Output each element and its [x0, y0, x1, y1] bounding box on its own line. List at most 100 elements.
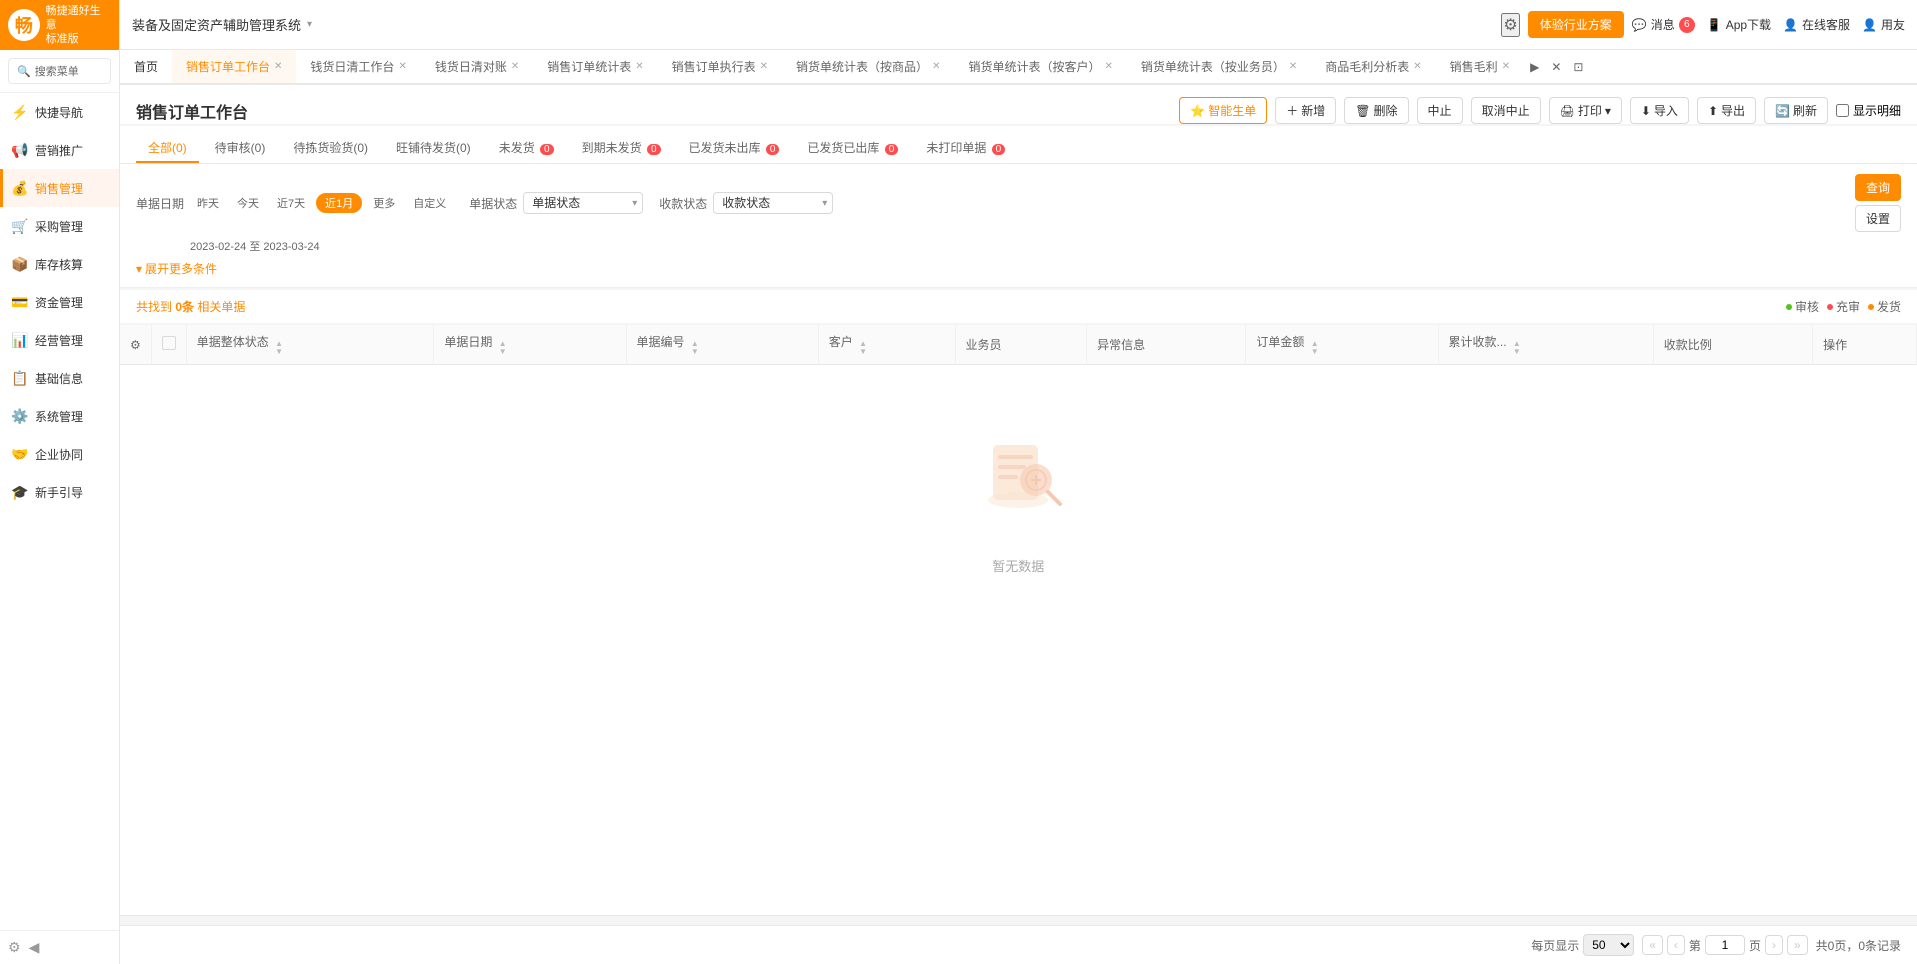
- show-detail-label[interactable]: 显示明细: [1836, 102, 1901, 119]
- close-by-customer-tab[interactable]: ✕: [1104, 61, 1112, 72]
- expand-conditions-button[interactable]: ▾ 展开更多条件: [136, 260, 217, 277]
- expand-tabs-button[interactable]: ⊡: [1567, 52, 1589, 82]
- app-download-button[interactable]: 📱 App下载: [1707, 16, 1771, 33]
- delete-button[interactable]: 🗑 删除: [1344, 97, 1408, 124]
- quick-nav-icon: ⚡: [11, 103, 29, 121]
- page-number-input[interactable]: [1705, 935, 1745, 955]
- tab-gross-margin[interactable]: 商品毛利分析表 ✕: [1311, 50, 1435, 85]
- filter-tab-pending-review[interactable]: 待审核(0): [203, 134, 278, 163]
- sort-collected[interactable]: ▲▼: [1513, 340, 1521, 356]
- collapse-sidebar-button[interactable]: ◀: [29, 939, 40, 956]
- filter-tab-overdue[interactable]: 到期未发货 0: [570, 134, 673, 163]
- print-button[interactable]: 🖨 打印 ▾: [1549, 97, 1622, 124]
- cancel-stop-button[interactable]: 取消中止: [1471, 97, 1541, 124]
- close-gross-margin-tab[interactable]: ✕: [1413, 61, 1421, 72]
- ship-action-button[interactable]: 发货: [1868, 298, 1901, 315]
- user-menu[interactable]: 👤 用友: [1862, 16, 1905, 33]
- filter-tab-pending-inspect[interactable]: 待拣货验货(0): [281, 134, 380, 163]
- sidebar-item-quick-nav[interactable]: ⚡ 快捷导航: [0, 93, 119, 131]
- date-btn-7days[interactable]: 近7天: [270, 192, 312, 214]
- sort-customer[interactable]: ▲▼: [859, 340, 867, 356]
- close-sales-exec-tab[interactable]: ✕: [760, 61, 768, 72]
- export-button[interactable]: ⬆ 导出: [1697, 97, 1756, 124]
- close-sales-more-tab[interactable]: ✕: [1502, 61, 1510, 72]
- system-dropdown-arrow[interactable]: ▾: [307, 19, 312, 30]
- select-all-checkbox[interactable]: [162, 336, 176, 350]
- online-service-button[interactable]: 👤 在线客服: [1783, 16, 1850, 33]
- page-size-select[interactable]: 50 10 20 100: [1583, 934, 1634, 956]
- sidebar-item-finance[interactable]: 💳 资金管理: [0, 283, 119, 321]
- tab-scroll-forward[interactable]: ▶: [1524, 52, 1545, 82]
- payment-select[interactable]: 收款状态: [713, 192, 833, 214]
- close-cash-daily-tab[interactable]: ✕: [398, 61, 406, 72]
- add-button[interactable]: ＋ 新增: [1275, 97, 1336, 124]
- sidebar-item-inventory[interactable]: 📦 库存核算: [0, 245, 119, 283]
- tab-sales-stats[interactable]: 销售订单统计表 ✕: [533, 50, 657, 85]
- next-page-button[interactable]: ›: [1765, 935, 1783, 955]
- col-checkbox[interactable]: [151, 325, 186, 365]
- sort-amount[interactable]: ▲▼: [1311, 340, 1319, 356]
- prev-page-button[interactable]: ‹: [1667, 935, 1685, 955]
- first-page-button[interactable]: «: [1642, 935, 1663, 955]
- message-button[interactable]: 💬 消息 6: [1632, 16, 1695, 33]
- col-settings[interactable]: ⚙: [120, 325, 151, 365]
- sort-status[interactable]: ▲▼: [275, 340, 283, 356]
- data-table: ⚙ 单据整体状态 ▲▼ 单据日期 ▲▼ 单据编号: [120, 325, 1917, 635]
- settings-bottom-icon[interactable]: ⚙: [8, 939, 21, 956]
- date-btn-custom[interactable]: 自定义: [406, 192, 453, 214]
- filter-tab-shipped-not-out[interactable]: 已发货未出库 0: [677, 134, 792, 163]
- overdue-badge: 0: [647, 144, 661, 155]
- date-btn-more[interactable]: 更多: [366, 192, 402, 214]
- tab-sales-exec[interactable]: 销售订单执行表 ✕: [658, 50, 782, 85]
- tab-sales-by-customer[interactable]: 销货单统计表（按客户） ✕: [954, 50, 1126, 85]
- close-by-product-tab[interactable]: ✕: [932, 61, 940, 72]
- import-button[interactable]: ⬇ 导入: [1630, 97, 1689, 124]
- show-detail-checkbox[interactable]: [1836, 104, 1849, 117]
- sidebar-item-guide[interactable]: 🎓 新手引导: [0, 473, 119, 511]
- results-count-number: 0条: [175, 300, 194, 314]
- sidebar-item-system[interactable]: ⚙️ 系统管理: [0, 397, 119, 435]
- sidebar-item-basic-info[interactable]: 📋 基础信息: [0, 359, 119, 397]
- tab-sales-more[interactable]: 销售毛利 ✕: [1436, 50, 1524, 85]
- close-sales-stats-tab[interactable]: ✕: [635, 61, 643, 72]
- filter-tab-all[interactable]: 全部(0): [136, 134, 199, 163]
- close-cash-reconcile-tab[interactable]: ✕: [511, 61, 519, 72]
- date-btn-yesterday[interactable]: 昨天: [190, 192, 226, 214]
- sidebar-item-operation[interactable]: 📊 经营管理: [0, 321, 119, 359]
- filter-tab-wangpu[interactable]: 旺铺待发货(0): [384, 134, 483, 163]
- tab-home[interactable]: 首页: [120, 50, 172, 85]
- last-page-button[interactable]: »: [1787, 935, 1808, 955]
- date-btn-today[interactable]: 今天: [230, 192, 266, 214]
- filter-tab-not-printed[interactable]: 未打印单据 0: [914, 134, 1017, 163]
- reject-action-button[interactable]: 充审: [1827, 298, 1860, 315]
- query-button[interactable]: 查询: [1855, 174, 1901, 201]
- sidebar-item-enterprise[interactable]: 🤝 企业协同: [0, 435, 119, 473]
- filter-tab-not-shipped[interactable]: 未发货 0: [487, 134, 566, 163]
- sidebar-item-sales[interactable]: 💰 销售管理: [0, 169, 119, 207]
- date-btn-1month[interactable]: 近1月: [316, 193, 362, 213]
- tab-cash-reconcile[interactable]: 钱货日清对账 ✕: [421, 50, 533, 85]
- ship-dot: [1868, 304, 1874, 310]
- stop-button[interactable]: 中止: [1417, 97, 1463, 124]
- close-all-tabs-button[interactable]: ✕: [1545, 52, 1567, 82]
- sort-date[interactable]: ▲▼: [499, 340, 507, 356]
- tab-sales-by-product[interactable]: 销货单统计表（按商品） ✕: [782, 50, 954, 85]
- horizontal-scrollbar[interactable]: [120, 915, 1917, 925]
- approve-action-button[interactable]: 审核: [1786, 298, 1819, 315]
- tab-cash-daily[interactable]: 钱货日清工作台 ✕: [296, 50, 420, 85]
- close-by-staff-tab[interactable]: ✕: [1289, 61, 1297, 72]
- smart-generate-button[interactable]: ⭐ 智能生单: [1179, 97, 1267, 124]
- status-select[interactable]: 单据状态: [523, 192, 643, 214]
- tab-sales-workbench[interactable]: 销售订单工作台 ✕: [172, 50, 296, 85]
- sort-number[interactable]: ▲▼: [691, 340, 699, 356]
- sidebar-item-marketing[interactable]: 📢 营销推广: [0, 131, 119, 169]
- settings-button[interactable]: 设置: [1855, 205, 1901, 232]
- refresh-button[interactable]: 🔄 刷新: [1764, 97, 1828, 124]
- topbar-settings-button[interactable]: ⚙: [1501, 13, 1519, 37]
- close-sales-workbench-tab[interactable]: ✕: [274, 61, 282, 72]
- filter-tab-shipped-out[interactable]: 已发货已出库 0: [795, 134, 910, 163]
- search-menu-button[interactable]: 🔍 搜索菜单: [8, 58, 111, 84]
- tab-sales-by-staff[interactable]: 销货单统计表（按业务员） ✕: [1127, 50, 1311, 85]
- trial-button[interactable]: 体验行业方案: [1528, 11, 1624, 38]
- sidebar-item-purchase[interactable]: 🛒 采购管理: [0, 207, 119, 245]
